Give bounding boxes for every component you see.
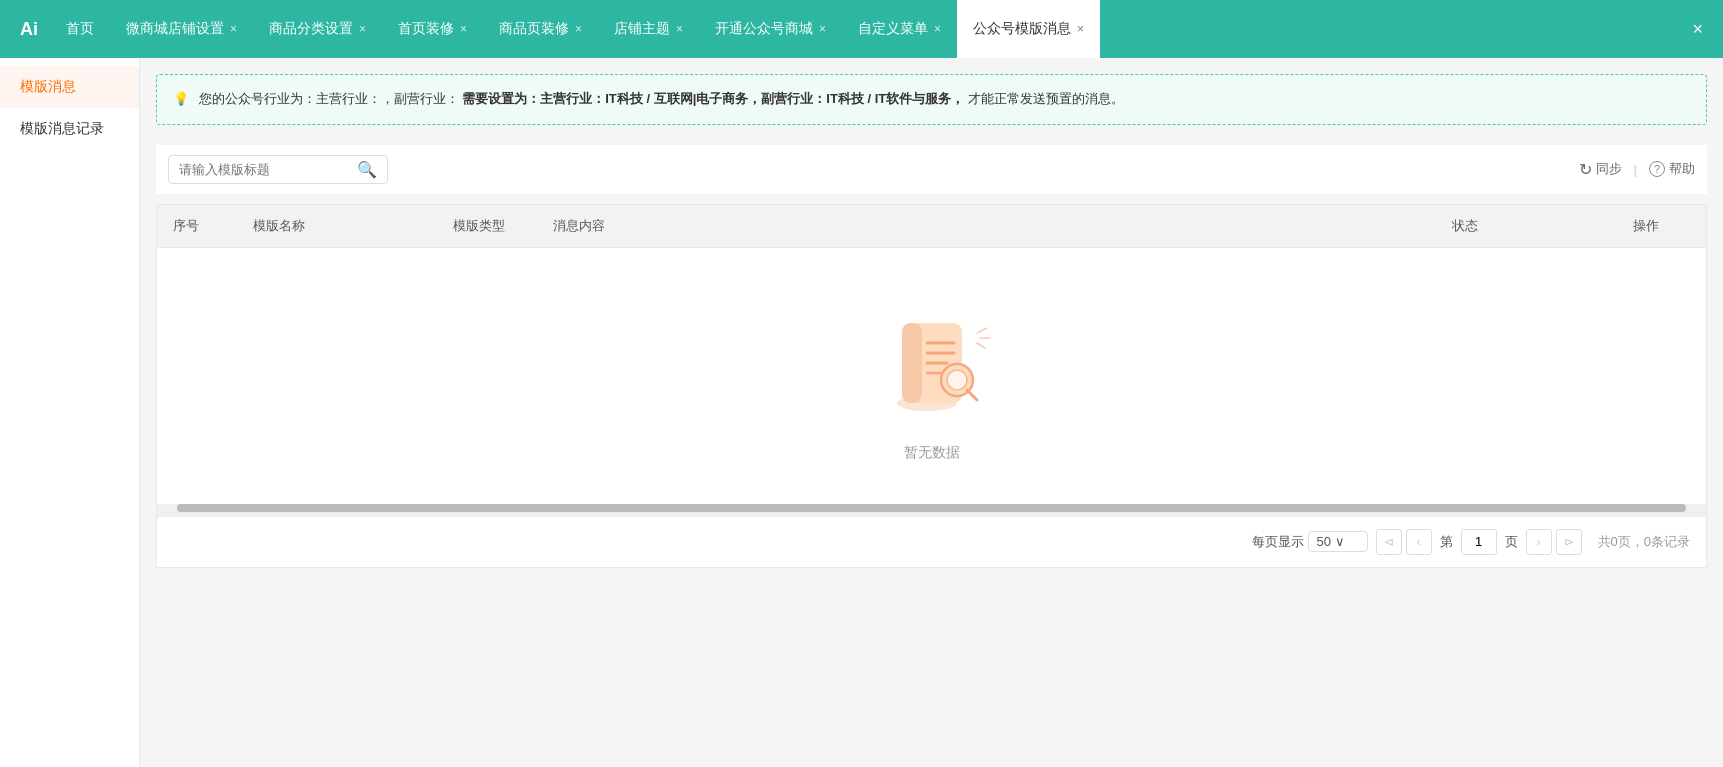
total-info: 共0页，0条记录 xyxy=(1598,533,1690,551)
page-size-select: 每页显示 50 ∨ xyxy=(1252,531,1368,552)
tab-template-msg-close[interactable]: × xyxy=(1077,22,1084,36)
next-page-button[interactable]: › xyxy=(1526,529,1552,555)
th-action-label: 操作 xyxy=(1633,218,1659,233)
help-circle-icon: ? xyxy=(1649,161,1665,177)
sidebar: 模版消息 模版消息记录 xyxy=(0,58,140,767)
tab-wechat-shop-close[interactable]: × xyxy=(230,22,237,36)
window-close-icon: × xyxy=(1692,19,1703,39)
tab-category[interactable]: 商品分类设置 × xyxy=(253,0,382,58)
page-size-dropdown[interactable]: 50 ∨ xyxy=(1308,531,1368,552)
th-seq: 序号 xyxy=(157,205,237,247)
th-status: 状态 xyxy=(1436,205,1586,247)
sidebar-item-template[interactable]: 模版消息 xyxy=(0,66,139,108)
tab-homepage-decor-label: 首页装修 xyxy=(398,20,454,38)
horizontal-scrollbar[interactable] xyxy=(157,504,1706,516)
tab-category-close[interactable]: × xyxy=(359,22,366,36)
th-content-label: 消息内容 xyxy=(553,218,605,233)
tab-open-mall-label: 开通公众号商城 xyxy=(715,20,813,38)
window-close-button[interactable]: × xyxy=(1680,19,1715,40)
th-name: 模版名称 xyxy=(237,205,437,247)
help-label: 帮助 xyxy=(1669,160,1695,178)
tab-homepage-decor[interactable]: 首页装修 × xyxy=(382,0,483,58)
sync-button[interactable]: ↻ 同步 xyxy=(1579,160,1622,179)
svg-line-10 xyxy=(977,343,985,348)
pagination: 每页显示 50 ∨ ⊲ ‹ 第 页 › ⊳ 共0页，0条记录 xyxy=(157,516,1706,567)
tab-product-decor-close[interactable]: × xyxy=(575,22,582,36)
tab-open-mall[interactable]: 开通公众号商城 × xyxy=(699,0,842,58)
tab-wechat-shop-label: 微商城店铺设置 xyxy=(126,20,224,38)
toolbar-right: ↻ 同步 | ? 帮助 xyxy=(1579,160,1695,179)
tab-open-mall-close[interactable]: × xyxy=(819,22,826,36)
notice-box: 💡 您的公众号行业为：主营行业：，副营行业： 需要设置为：主营行业：IT科技 /… xyxy=(156,74,1707,125)
search-input[interactable] xyxy=(179,162,357,177)
first-page-button[interactable]: ⊲ xyxy=(1376,529,1402,555)
tab-shop-theme-close[interactable]: × xyxy=(676,22,683,36)
page-number-input[interactable] xyxy=(1461,529,1497,555)
page-label: 第 xyxy=(1440,533,1453,551)
empty-state: 暂无数据 xyxy=(157,248,1706,502)
th-content: 消息内容 xyxy=(537,205,1436,247)
svg-line-8 xyxy=(977,328,987,333)
th-action: 操作 xyxy=(1586,205,1706,247)
sidebar-template-record-label: 模版消息记录 xyxy=(20,120,104,136)
toolbar-divider: | xyxy=(1634,162,1637,177)
empty-text: 暂无数据 xyxy=(904,444,960,462)
tab-product-decor[interactable]: 商品页装修 × xyxy=(483,0,598,58)
main-layout: 模版消息 模版消息记录 💡 您的公众号行业为：主营行业：，副营行业： 需要设置为… xyxy=(0,58,1723,767)
tab-home-label: 首页 xyxy=(66,20,94,38)
sidebar-item-template-record[interactable]: 模版消息记录 xyxy=(0,108,139,150)
tab-logo: Ai xyxy=(8,0,50,58)
pager-buttons: ⊲ ‹ 第 页 › ⊳ xyxy=(1376,529,1582,555)
th-type-label: 模版类型 xyxy=(453,218,505,233)
tab-custom-menu-close[interactable]: × xyxy=(934,22,941,36)
page-size-label: 每页显示 xyxy=(1252,533,1304,551)
chevron-down-icon: ∨ xyxy=(1335,534,1345,549)
page-suffix: 页 xyxy=(1505,533,1518,551)
notice-suffix: 才能正常发送预置的消息。 xyxy=(968,91,1124,106)
tab-shop-theme[interactable]: 店铺主题 × xyxy=(598,0,699,58)
tab-category-label: 商品分类设置 xyxy=(269,20,353,38)
notice-highlight: 需要设置为：主营行业：IT科技 / 互联网|电子商务，副营行业：IT科技 / I… xyxy=(462,91,964,106)
tab-wechat-shop[interactable]: 微商城店铺设置 × xyxy=(110,0,253,58)
tab-shop-theme-label: 店铺主题 xyxy=(614,20,670,38)
data-table: 序号 模版名称 模版类型 消息内容 状态 操作 xyxy=(156,204,1707,568)
th-status-label: 状态 xyxy=(1452,218,1478,233)
sync-icon: ↻ xyxy=(1579,160,1592,179)
content-area: 💡 您的公众号行业为：主营行业：，副营行业： 需要设置为：主营行业：IT科技 /… xyxy=(140,58,1723,767)
notice-prefix: 您的公众号行业为：主营行业：，副营行业： xyxy=(199,91,459,106)
logo-text: Ai xyxy=(20,19,38,40)
prev-page-button[interactable]: ‹ xyxy=(1406,529,1432,555)
th-name-label: 模版名称 xyxy=(253,218,305,233)
tab-home[interactable]: 首页 xyxy=(50,0,110,58)
tab-template-msg[interactable]: 公众号模版消息 × xyxy=(957,0,1100,58)
tab-custom-menu-label: 自定义菜单 xyxy=(858,20,928,38)
tab-bar: Ai 首页 微商城店铺设置 × 商品分类设置 × 首页装修 × 商品页装修 × … xyxy=(0,0,1723,58)
th-type: 模版类型 xyxy=(437,205,537,247)
tab-homepage-decor-close[interactable]: × xyxy=(460,22,467,36)
empty-illustration xyxy=(872,308,992,428)
sidebar-template-label: 模版消息 xyxy=(20,78,76,94)
toolbar: 🔍 ↻ 同步 | ? 帮助 xyxy=(156,145,1707,194)
tab-template-msg-label: 公众号模版消息 xyxy=(973,20,1071,38)
svg-line-7 xyxy=(967,390,977,400)
scrollbar-thumb[interactable] xyxy=(177,504,1686,512)
tab-custom-menu[interactable]: 自定义菜单 × xyxy=(842,0,957,58)
table-header: 序号 模版名称 模版类型 消息内容 状态 操作 xyxy=(157,205,1706,248)
svg-point-6 xyxy=(947,370,967,390)
tab-product-decor-label: 商品页装修 xyxy=(499,20,569,38)
last-page-button[interactable]: ⊳ xyxy=(1556,529,1582,555)
search-icon[interactable]: 🔍 xyxy=(357,160,377,179)
search-input-wrap[interactable]: 🔍 xyxy=(168,155,388,184)
notice-icon: 💡 xyxy=(173,91,189,106)
help-button[interactable]: ? 帮助 xyxy=(1649,160,1695,178)
page-size-value: 50 xyxy=(1317,534,1331,549)
sync-label: 同步 xyxy=(1596,160,1622,178)
th-seq-label: 序号 xyxy=(173,218,199,233)
